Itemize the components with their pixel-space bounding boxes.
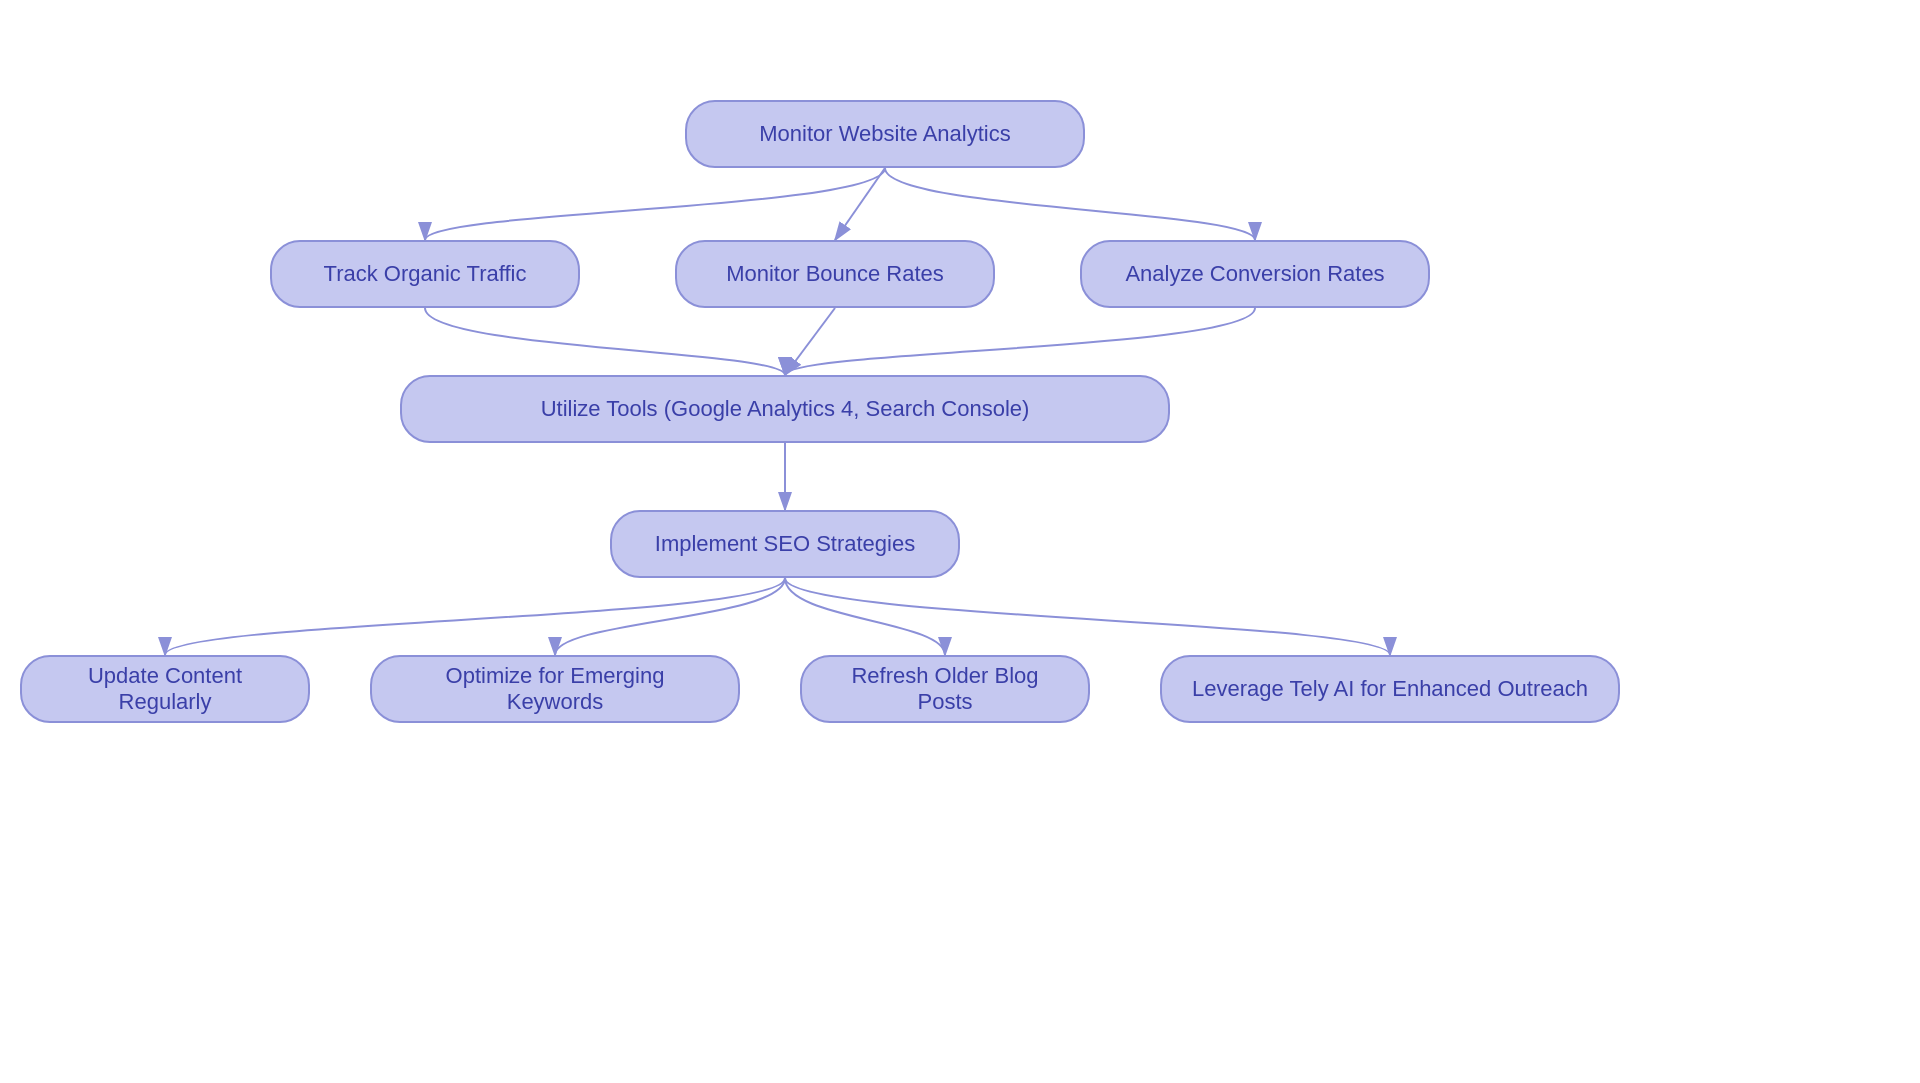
node-monitor-bounce: Monitor Bounce Rates xyxy=(675,240,995,308)
svg-line-2 xyxy=(785,308,835,375)
node-refresh-blog: Refresh Older Blog Posts xyxy=(800,655,1090,723)
node-monitor-website: Monitor Website Analytics xyxy=(685,100,1085,168)
svg-line-1 xyxy=(835,168,885,240)
node-leverage-tely: Leverage Tely AI for Enhanced Outreach xyxy=(1160,655,1620,723)
node-utilize-tools: Utilize Tools (Google Analytics 4, Searc… xyxy=(400,375,1170,443)
node-implement-seo: Implement SEO Strategies xyxy=(610,510,960,578)
diagram-container: Monitor Website Analytics Track Organic … xyxy=(0,0,1920,1083)
node-analyze-conversion: Analyze Conversion Rates xyxy=(1080,240,1430,308)
node-optimize-keywords: Optimize for Emerging Keywords xyxy=(370,655,740,723)
node-update-content: Update Content Regularly xyxy=(20,655,310,723)
node-track-organic: Track Organic Traffic xyxy=(270,240,580,308)
